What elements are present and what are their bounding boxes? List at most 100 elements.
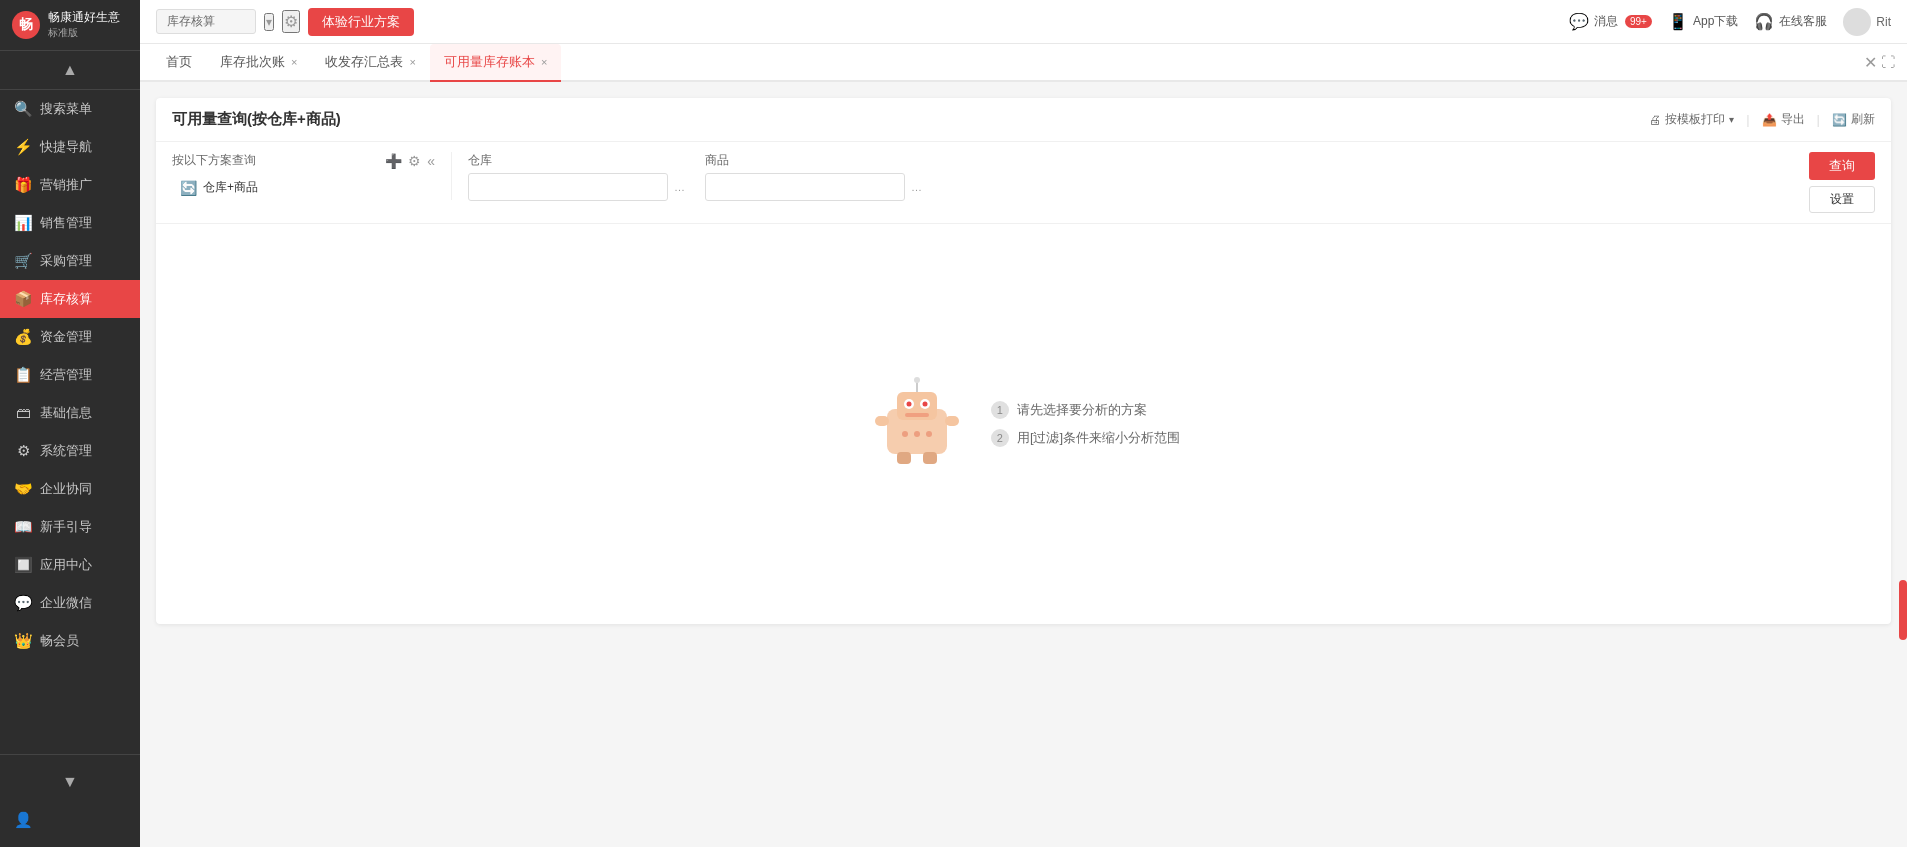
tab-home[interactable]: 首页 <box>152 44 206 82</box>
sidebar-icon-purchase: 🛒 <box>14 252 32 270</box>
sidebar-item-inventory[interactable]: 📦 库存核算 <box>0 280 140 318</box>
export-icon: 📤 <box>1762 113 1777 127</box>
sidebar-label-finance: 资金管理 <box>40 328 92 346</box>
sidebar-item-sales[interactable]: 📊 销售管理 <box>0 204 140 242</box>
svg-point-8 <box>914 377 920 383</box>
refresh-btn[interactable]: 🔄 刷新 <box>1832 111 1875 128</box>
refresh-icon: 🔄 <box>1832 113 1847 127</box>
online-service-label: 在线客服 <box>1779 13 1827 30</box>
svg-rect-9 <box>897 452 911 464</box>
sidebar-item-system[interactable]: ⚙ 系统管理 <box>0 432 140 470</box>
sidebar-icon-enterprise: 🤝 <box>14 480 32 498</box>
sidebar-label-purchase: 采购管理 <box>40 252 92 270</box>
sidebar-item-app-center[interactable]: 🔲 应用中心 <box>0 546 140 584</box>
sidebar-item-member[interactable]: 👑 畅会员 <box>0 622 140 660</box>
user-menu[interactable]: Rit <box>1843 8 1891 36</box>
scheme-icon: 🔄 <box>180 180 197 196</box>
sidebar-label-wechat: 企业微信 <box>40 594 92 612</box>
export-btn[interactable]: 📤 导出 <box>1762 111 1805 128</box>
warehouse-input[interactable] <box>468 173 668 201</box>
warehouse-more-btn[interactable]: … <box>674 181 685 193</box>
sidebar-item-marketing-promo[interactable]: 🎁 营销推广 <box>0 166 140 204</box>
message-icon: 💬 <box>1569 12 1589 31</box>
sidebar-item-shortcut[interactable]: ⚡ 快捷导航 <box>0 128 140 166</box>
headset-icon: 🎧 <box>1754 12 1774 31</box>
breadcrumb-dropdown[interactable]: ▾ <box>264 13 274 31</box>
tab-close-available-account[interactable]: × <box>541 56 547 68</box>
filter-panel: 按以下方案查询 ➕ ⚙ « 🔄 仓库+商品 仓库 <box>156 142 1891 224</box>
empty-tips: 1 请先选择要分析的方案 2 用[过滤]条件来缩小分析范围 <box>991 401 1180 447</box>
tab-close-collect-summary[interactable]: × <box>409 56 415 68</box>
sidebar-scroll-up[interactable]: ▲ <box>0 55 140 85</box>
sidebar-item-newbie[interactable]: 📖 新手引导 <box>0 508 140 546</box>
sidebar-item-enterprise[interactable]: 🤝 企业协同 <box>0 470 140 508</box>
print-btn[interactable]: 🖨 按模板打印 ▾ <box>1649 111 1734 128</box>
sidebar-item-search[interactable]: 🔍 搜索菜单 <box>0 90 140 128</box>
sidebar-label-app-center: 应用中心 <box>40 556 92 574</box>
tab-label-batch-account: 库存批次账 <box>220 53 285 71</box>
query-btn[interactable]: 查询 <box>1809 152 1875 180</box>
print-dropdown-icon: ▾ <box>1729 114 1734 125</box>
sidebar-label-enterprise: 企业协同 <box>40 480 92 498</box>
goods-label: 商品 <box>705 152 922 169</box>
sidebar-item-basic-info[interactable]: 🗃 基础信息 <box>0 394 140 432</box>
tab-label-collect-summary: 收发存汇总表 <box>325 53 403 71</box>
settings-scheme-btn[interactable]: ⚙ <box>408 153 421 169</box>
app-download-btn[interactable]: 📱 App下载 <box>1668 12 1738 31</box>
tab-close-batch-account[interactable]: × <box>291 56 297 68</box>
message-label: 消息 <box>1594 13 1618 30</box>
svg-point-14 <box>914 431 920 437</box>
industry-btn[interactable]: 体验行业方案 <box>308 8 414 36</box>
svg-point-5 <box>922 402 927 407</box>
topbar-settings-icon[interactable]: ⚙ <box>282 10 300 33</box>
close-tab-btn[interactable]: ✕ <box>1864 53 1877 72</box>
logo-name: 畅康通好生意 <box>48 10 120 26</box>
message-btn[interactable]: 💬 消息 99+ <box>1569 12 1652 31</box>
sidebar-item-finance[interactable]: 💰 资金管理 <box>0 318 140 356</box>
user-icon: 👤 <box>14 811 32 829</box>
sidebar-bottom: ▼ 👤 <box>0 754 140 847</box>
svg-point-13 <box>902 431 908 437</box>
sidebar-scroll-down[interactable]: ▼ <box>0 767 140 797</box>
mobile-icon: 📱 <box>1668 12 1688 31</box>
sidebar-item-wechat[interactable]: 💬 企业微信 <box>0 584 140 622</box>
sidebar-icon-search: 🔍 <box>14 100 32 118</box>
sidebar-label-newbie: 新手引导 <box>40 518 92 536</box>
username: Rit <box>1876 15 1891 29</box>
add-scheme-btn[interactable]: ➕ <box>385 153 402 169</box>
tip-number-1: 1 <box>991 401 1009 419</box>
sidebar-label-inventory: 库存核算 <box>40 290 92 308</box>
collapse-btn[interactable]: « <box>427 153 435 169</box>
topbar: 库存核算 ▾ ⚙ 体验行业方案 💬 消息 99+ 📱 App下载 🎧 在线客服 … <box>140 0 1907 44</box>
tab-label-available-account: 可用量库存账本 <box>444 53 535 71</box>
filter-settings-btn[interactable]: 设置 <box>1809 186 1875 213</box>
logo-badge: 标准版 <box>48 26 120 40</box>
scroll-indicator[interactable] <box>1899 580 1907 640</box>
sidebar-item-profile[interactable]: 👤 <box>0 801 140 839</box>
tip-number-2: 2 <box>991 429 1009 447</box>
online-service-btn[interactable]: 🎧 在线客服 <box>1754 12 1827 31</box>
scheme-warehouse-goods[interactable]: 🔄 仓库+商品 <box>172 175 435 200</box>
sidebar-label-shortcut: 快捷导航 <box>40 138 92 156</box>
tabbar: 首页库存批次账 × 收发存汇总表 × 可用量库存账本 × ✕ ⛶ <box>140 44 1907 82</box>
svg-rect-10 <box>923 452 937 464</box>
sidebar-icon-shortcut: ⚡ <box>14 138 32 156</box>
svg-point-3 <box>906 402 911 407</box>
tab-batch-account[interactable]: 库存批次账 × <box>206 44 311 82</box>
sidebar-item-operation[interactable]: 📋 经营管理 <box>0 356 140 394</box>
svg-rect-6 <box>905 413 929 417</box>
sidebar-icon-operation: 📋 <box>14 366 32 384</box>
tab-available-account[interactable]: 可用量库存账本 × <box>430 44 561 82</box>
tab-collect-summary[interactable]: 收发存汇总表 × <box>311 44 429 82</box>
sidebar-label-marketing-promo: 营销推广 <box>40 176 92 194</box>
svg-rect-11 <box>875 416 889 426</box>
sidebar-item-purchase[interactable]: 🛒 采购管理 <box>0 242 140 280</box>
goods-input[interactable] <box>705 173 905 201</box>
sidebar-icon-marketing-promo: 🎁 <box>14 176 32 194</box>
sidebar-label-system: 系统管理 <box>40 442 92 460</box>
expand-btn[interactable]: ⛶ <box>1881 54 1895 70</box>
sidebar-label-sales: 销售管理 <box>40 214 92 232</box>
goods-more-btn[interactable]: … <box>911 181 922 193</box>
avatar <box>1843 8 1871 36</box>
filter-scheme-list: 按以下方案查询 ➕ ⚙ « 🔄 仓库+商品 <box>172 152 452 200</box>
